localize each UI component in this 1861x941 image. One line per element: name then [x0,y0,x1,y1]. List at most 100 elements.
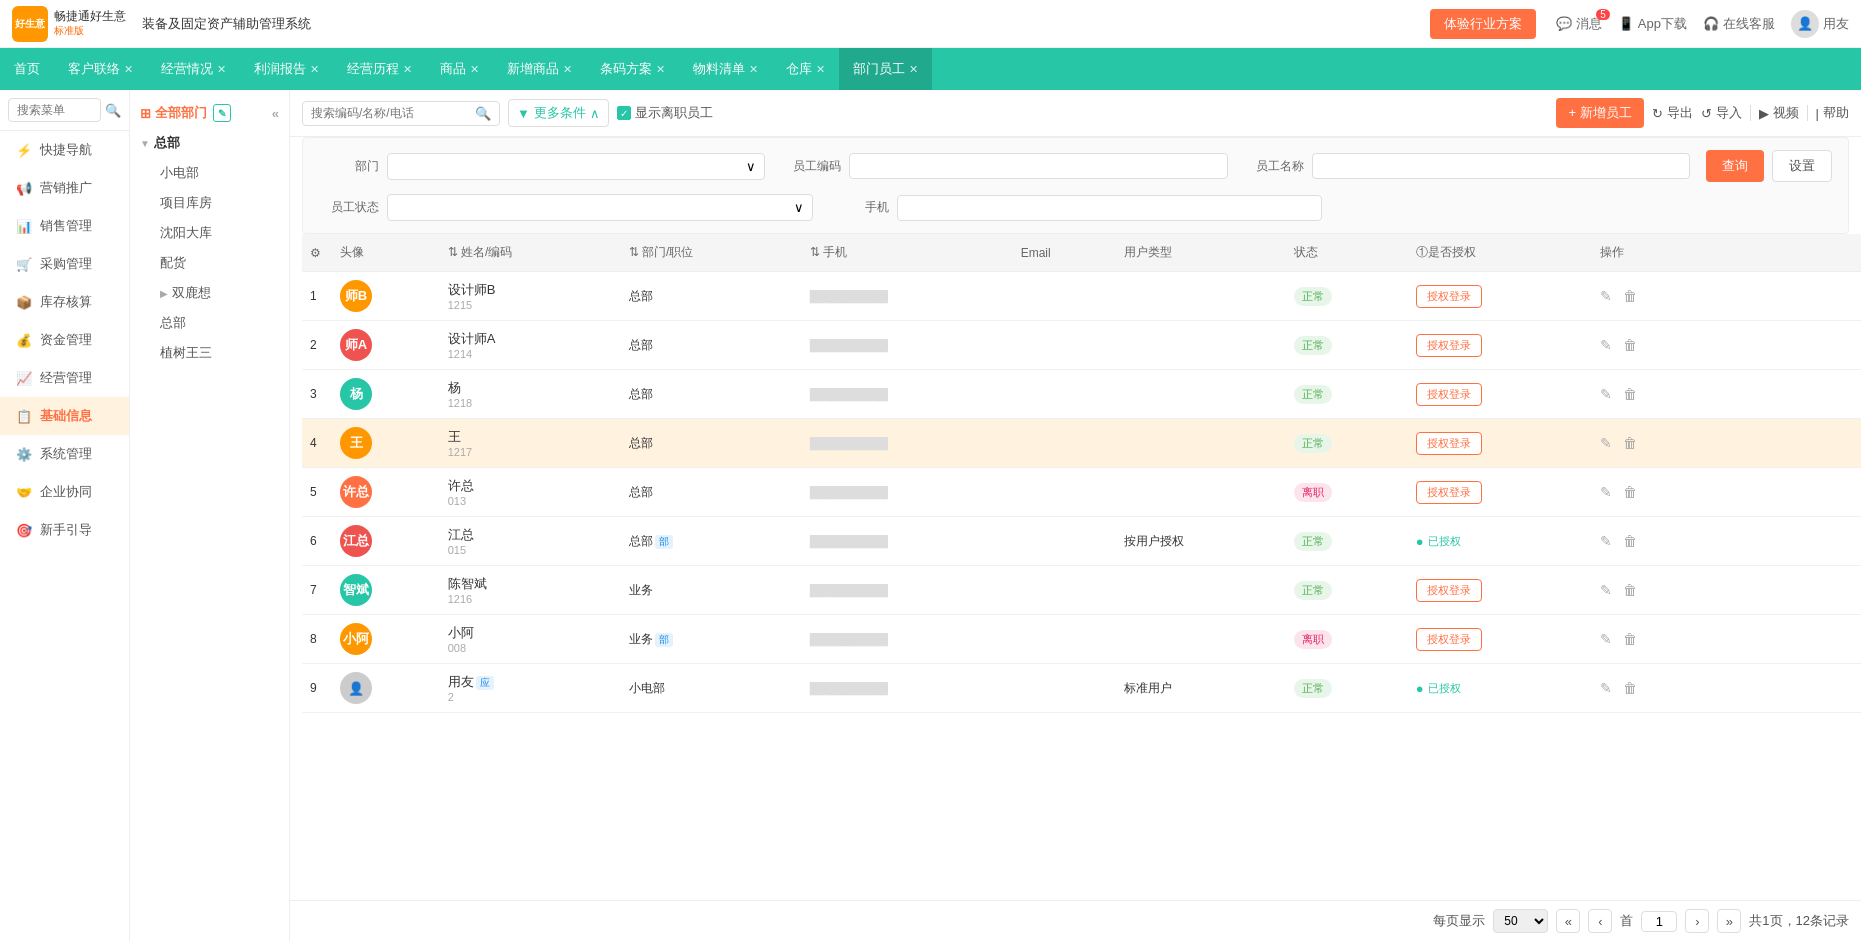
show-resigned-checkbox[interactable]: ✓ [617,106,631,120]
sidebar-item-sales[interactable]: 📊 销售管理 [0,207,129,245]
prev-page-btn[interactable]: ‹ [1588,909,1612,933]
search-input[interactable] [311,106,471,120]
add-employee-btn[interactable]: + 新增员工 [1556,98,1643,128]
app-download-btn[interactable]: 📱 App下载 [1618,15,1687,33]
sidebar-item-basic[interactable]: 📋 基础信息 [0,397,129,435]
dept-edit-btn[interactable]: ✎ [213,104,231,122]
sidebar-item-guide[interactable]: 🎯 新手引导 [0,511,129,549]
col-phone[interactable]: ⇅ 手机 [802,234,1013,272]
reset-btn[interactable]: 设置 [1772,150,1832,182]
delete-action[interactable]: 🗑 [1623,435,1637,451]
dept-item-distribution[interactable]: 配货 [130,248,289,278]
filter-empname-input[interactable] [1312,153,1690,179]
sidebar-item-system[interactable]: ⚙️ 系统管理 [0,435,129,473]
more-conditions-btn[interactable]: ▼ 更多条件 ∧ [508,99,609,127]
nav-item-operation[interactable]: 经营情况✕ [147,48,240,90]
sidebar-item-finance[interactable]: 💰 资金管理 [0,321,129,359]
nav-close-goods[interactable]: ✕ [470,63,479,76]
delete-action[interactable]: 🗑 [1623,631,1637,647]
nav-item-addgoods[interactable]: 新增商品✕ [493,48,586,90]
dept-item-general[interactable]: ▼ 总部 [130,128,289,158]
last-page-btn[interactable]: » [1717,909,1741,933]
nav-item-bom[interactable]: 物料清单✕ [679,48,772,90]
delete-action[interactable]: 🗑 [1623,484,1637,500]
sidebar-item-purchase[interactable]: 🛒 采购管理 [0,245,129,283]
sidebar-item-marketing[interactable]: 📢 营销推广 [0,169,129,207]
nav-close-bom[interactable]: ✕ [749,63,758,76]
auth-btn[interactable]: 授权登录 [1416,579,1482,602]
edit-action[interactable]: ✎ [1600,337,1612,353]
sidebar-item-quicknav[interactable]: ⚡ 快捷导航 [0,131,129,169]
sidebar-item-inventory[interactable]: 📦 库存核算 [0,283,129,321]
message-btn[interactable]: 💬 消息 5 [1556,15,1602,33]
delete-action[interactable]: 🗑 [1623,680,1637,696]
col-name[interactable]: ⇅ 姓名/编码 [440,234,621,272]
filter-empcode-input[interactable] [849,153,1227,179]
edit-action[interactable]: ✎ [1600,288,1612,304]
nav-item-home[interactable]: 首页 [0,48,54,90]
auth-btn[interactable]: 授权登录 [1416,628,1482,651]
dept-item-double-deer[interactable]: ▶ 双鹿想 [130,278,289,308]
nav-close-profit[interactable]: ✕ [310,63,319,76]
delete-action[interactable]: 🗑 [1623,386,1637,402]
sidebar-search-input[interactable] [8,98,101,122]
nav-item-dept[interactable]: 部门员工✕ [839,48,932,90]
nav-item-history[interactable]: 经营历程✕ [333,48,426,90]
next-page-btn[interactable]: › [1685,909,1709,933]
edit-action[interactable]: ✎ [1600,484,1612,500]
first-page-btn[interactable]: « [1556,909,1580,933]
page-input[interactable] [1641,911,1677,932]
dept-item-shenyang[interactable]: 沈阳大库 [130,218,289,248]
filter-phone-input[interactable] [897,195,1323,221]
filter-status-select[interactable]: ∨ [387,194,813,221]
edit-action[interactable]: ✎ [1600,631,1612,647]
edit-action[interactable]: ✎ [1600,533,1612,549]
query-btn[interactable]: 查询 [1706,150,1764,182]
edit-action[interactable]: ✎ [1600,582,1612,598]
nav-item-customer[interactable]: 客户联络✕ [54,48,147,90]
dept-item-small-electric[interactable]: 小电部 [130,158,289,188]
guide-icon: 🎯 [16,523,32,538]
col-dept[interactable]: ⇅ 部门/职位 [621,234,802,272]
nav-close-barcode[interactable]: ✕ [656,63,665,76]
dept-item-project-warehouse[interactable]: 项目库房 [130,188,289,218]
dept-item-plant[interactable]: 植树王三 [130,338,289,368]
delete-action[interactable]: 🗑 [1623,582,1637,598]
edit-action[interactable]: ✎ [1600,680,1612,696]
user-area[interactable]: 👤 用友 [1791,10,1849,38]
nav-item-goods[interactable]: 商品✕ [426,48,493,90]
nav-item-warehouse[interactable]: 仓库✕ [772,48,839,90]
nav-item-profit[interactable]: 利润报告✕ [240,48,333,90]
export-btn[interactable]: ↻ 导出 [1652,104,1693,122]
delete-action[interactable]: 🗑 [1623,288,1637,304]
online-service-btn[interactable]: 🎧 在线客服 [1703,15,1775,33]
filter-dept-select[interactable]: ∨ [387,153,765,180]
view-btn[interactable]: ▶ 视频 [1759,104,1799,122]
col-settings[interactable]: ⚙ [302,234,332,272]
auth-btn[interactable]: 授权登录 [1416,383,1482,406]
auth-btn[interactable]: 授权登录 [1416,432,1482,455]
edit-action[interactable]: ✎ [1600,435,1612,451]
auth-btn[interactable]: 授权登录 [1416,481,1482,504]
auth-btn[interactable]: 授权登录 [1416,285,1482,308]
nav-close-history[interactable]: ✕ [403,63,412,76]
sidebar-item-business[interactable]: 📈 经营管理 [0,359,129,397]
edit-action[interactable]: ✎ [1600,386,1612,402]
delete-action[interactable]: 🗑 [1623,533,1637,549]
help-btn[interactable]: | 帮助 [1816,104,1849,122]
nav-close-dept[interactable]: ✕ [909,63,918,76]
dept-item-hq[interactable]: 总部 [130,308,289,338]
experience-btn[interactable]: 体验行业方案 [1430,9,1536,39]
nav-item-barcode[interactable]: 条码方案✕ [586,48,679,90]
import-btn[interactable]: ↺ 导入 [1701,104,1742,122]
nav-close-operation[interactable]: ✕ [217,63,226,76]
auth-btn[interactable]: 授权登录 [1416,334,1482,357]
nav-close-customer[interactable]: ✕ [124,63,133,76]
sidebar-item-collab[interactable]: 🤝 企业协同 [0,473,129,511]
col-avatar: 头像 [332,234,440,272]
delete-action[interactable]: 🗑 [1623,337,1637,353]
dept-collapse-btn[interactable]: « [272,106,279,121]
nav-close-warehouse[interactable]: ✕ [816,63,825,76]
page-size-select[interactable]: 50 100 [1493,909,1548,933]
nav-close-addgoods[interactable]: ✕ [563,63,572,76]
